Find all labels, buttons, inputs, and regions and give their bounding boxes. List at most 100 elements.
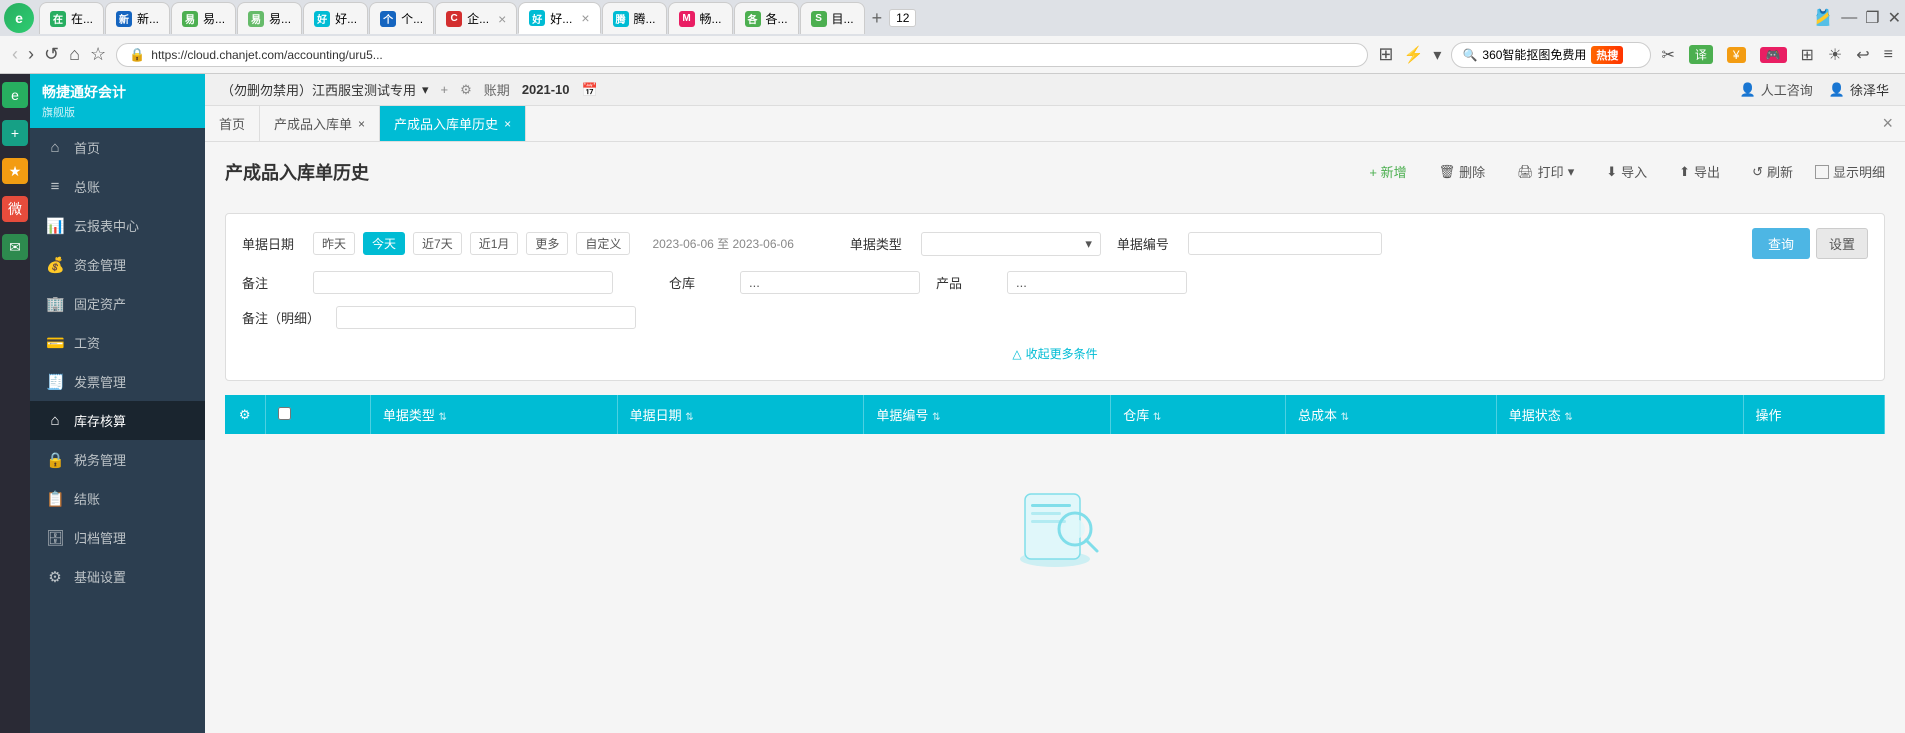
type-select[interactable]: ▾ [921,232,1101,256]
number-input[interactable] [1188,232,1382,255]
translate-icon[interactable]: 译 [1689,45,1713,64]
undo-icon[interactable]: ↩ [1856,45,1869,65]
tab-10[interactable]: M 畅... [668,2,733,34]
remark-input[interactable] [313,271,613,294]
detail-remark-input[interactable] [336,306,636,329]
col-date[interactable]: 单据日期 ⇅ [617,395,864,434]
nav-item-checkout[interactable]: 📋 结账 [30,479,205,518]
print-button[interactable]: 🖨 打印 ▾ [1507,158,1584,185]
window-minimize-icon[interactable]: — [1841,9,1857,27]
dropdown-icon[interactable]: ▾ [1433,45,1441,65]
nav-item-reports[interactable]: 📊 云报表中心 [30,206,205,245]
nav-item-invoice[interactable]: 🧾 发票管理 [30,362,205,401]
sidebar-icon-5[interactable]: ✉ [2,234,28,260]
nav-item-tax[interactable]: 🔒 税务管理 [30,440,205,479]
currency-icon[interactable]: ¥ [1727,47,1746,63]
scissors-icon[interactable]: ✂ [1661,45,1674,65]
show-cols-checkbox[interactable] [1815,165,1829,179]
type-dropdown-icon: ▾ [1085,236,1092,252]
url-bar[interactable]: 🔒 https://cloud.chanjet.com/accounting/u… [116,43,1368,67]
nav-item-assets[interactable]: 🏢 固定资产 [30,284,205,323]
breadcrumb-history[interactable]: 产成品入库单历史 × [380,106,526,141]
game-icon[interactable]: 🎮 [1760,47,1787,63]
date-btn-yesterday[interactable]: 昨天 [313,232,355,255]
setting-button[interactable]: 设置 [1816,228,1868,259]
add-button[interactable]: + 新增 [1359,158,1416,185]
tab-8-close-icon[interactable]: × [581,10,589,26]
query-button[interactable]: 查询 [1752,228,1810,259]
warehouse-select[interactable]: ... [740,271,920,294]
col-status[interactable]: 单据状态 ⇅ [1496,395,1743,434]
import-button[interactable]: ⬇ 导入 [1596,158,1657,185]
breadcrumb-history-close-icon[interactable]: × [504,117,511,131]
tab-4-icon: 易 [248,11,264,27]
nav-item-payroll[interactable]: 💳 工资 [30,323,205,362]
sun-icon[interactable]: ☀ [1828,45,1842,65]
tab-11[interactable]: 各 各... [734,2,799,34]
select-all-checkbox[interactable] [278,407,291,420]
nav-item-inventory[interactable]: ⌂ 库存核算 [30,401,205,440]
windows-icon[interactable]: ⊞ [1801,45,1814,65]
search-bar[interactable]: 🔍 360智能抠图免费用 热搜 [1451,42,1651,68]
refresh-button[interactable]: ↺ [44,44,59,65]
window-close-icon[interactable]: ✕ [1888,8,1901,28]
date-btn-7days[interactable]: 近7天 [413,232,462,255]
nav-item-general[interactable]: ≡ 总账 [30,167,205,206]
tab-6[interactable]: 个 个... [369,2,434,34]
nav-item-archive[interactable]: 🗄 归档管理 [30,518,205,557]
export-button[interactable]: ⬆ 导出 [1669,158,1730,185]
date-btn-1month[interactable]: 近1月 [470,232,519,255]
tab-7-close-icon[interactable]: × [498,11,506,27]
col-checkbox[interactable] [265,395,370,434]
new-tab-button[interactable]: + [866,8,889,29]
col-warehouse[interactable]: 仓库 ⇅ [1111,395,1286,434]
forward-button[interactable]: › [28,44,34,65]
user-profile[interactable]: 👤 徐泽华 [1829,80,1889,99]
grid-icon[interactable]: ⊞ [1378,44,1393,65]
tab-8[interactable]: 好 好... × [518,2,600,34]
delete-button[interactable]: 🗑 删除 [1429,158,1496,185]
col-number-sort-icon: ⇅ [932,412,940,423]
sidebar-icon-4[interactable]: 微 [2,196,28,222]
add-company-button[interactable]: + [441,82,449,97]
tab-3[interactable]: 易 易... [171,2,236,34]
col-settings[interactable]: ⚙ [225,395,265,434]
product-select[interactable]: ... [1007,271,1187,294]
collapse-button[interactable]: △ 收起更多条件 [242,341,1868,366]
user-service[interactable]: 👤 人工咨询 [1740,80,1813,99]
nav-item-home[interactable]: ⌂ 首页 [30,128,205,167]
col-type[interactable]: 单据类型 ⇅ [370,395,617,434]
nav-item-settings[interactable]: ⚙ 基础设置 [30,557,205,596]
breadcrumb-home[interactable]: 首页 [205,106,260,141]
calendar-icon[interactable]: 📅 [582,82,598,98]
sidebar-icon-2[interactable]: + [2,120,28,146]
tab-9[interactable]: 腾 腾... [602,2,667,34]
window-restore-icon[interactable]: ❐ [1865,8,1879,28]
tab-1[interactable]: 在 在... [39,2,104,34]
window-shirt-icon[interactable]: 🎽 [1813,8,1833,28]
close-panel-button[interactable]: × [1870,113,1905,134]
tab-4[interactable]: 易 易... [237,2,302,34]
back-button[interactable]: ‹ [12,44,18,65]
col-total-cost[interactable]: 总成本 ⇅ [1285,395,1496,434]
tab-7[interactable]: C 企... × [435,2,517,34]
sidebar-icon-1[interactable]: e [2,82,28,108]
col-number[interactable]: 单据编号 ⇅ [864,395,1111,434]
tab-5[interactable]: 好 好... [303,2,368,34]
bookmark-button[interactable]: ☆ [90,44,106,65]
date-btn-today[interactable]: 今天 [363,232,405,255]
company-settings-icon[interactable]: ⚙ [460,82,472,98]
sidebar-icon-3[interactable]: ★ [2,158,28,184]
nav-item-finance[interactable]: 💰 资金管理 [30,245,205,284]
home-button[interactable]: ⌂ [69,44,80,65]
lightning-icon[interactable]: ⚡ [1403,45,1423,65]
breadcrumb-list[interactable]: 产成品入库单 × [260,106,380,141]
more-icon[interactable]: ≡ [1884,46,1893,64]
tab-2[interactable]: 新 新... [105,2,170,34]
tab-12[interactable]: S 目... [800,2,865,34]
date-btn-more[interactable]: 更多 [526,232,568,255]
company-select[interactable]: （勿删勿禁用）江西服宝测试专用 ▾ [221,80,429,99]
breadcrumb-list-close-icon[interactable]: × [358,117,365,131]
refresh-btn[interactable]: ↺ 刷新 [1742,158,1803,185]
date-btn-custom[interactable]: 自定义 [576,232,630,255]
